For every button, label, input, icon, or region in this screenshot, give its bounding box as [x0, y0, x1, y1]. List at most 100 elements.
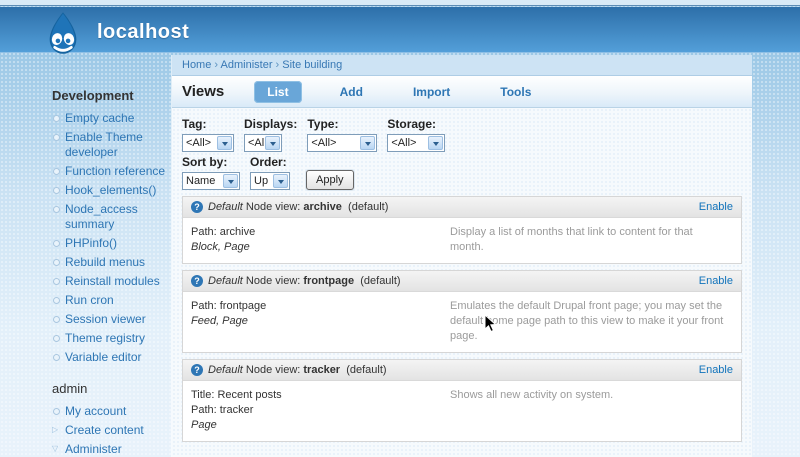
- view-row-header: ? Default Node view: tracker (default) Ena…: [183, 360, 741, 381]
- breadcrumb-link-administer[interactable]: Administer: [221, 59, 273, 71]
- filter-label-storage: Storage:: [387, 117, 437, 131]
- filter-group-order: Order: Up: [250, 155, 290, 190]
- view-details: Title: Recent posts Path: tracker Page: [191, 388, 450, 433]
- sidebar-item-administer[interactable]: ▽ Administer: [52, 442, 172, 457]
- sidebar-link-function-reference[interactable]: Function reference: [65, 164, 165, 179]
- view-type-default: Default: [208, 275, 243, 287]
- sidebar-item-session-viewer[interactable]: Session viewer: [52, 312, 172, 327]
- chevron-down-icon[interactable]: [360, 136, 376, 150]
- filter-label-order: Order:: [250, 155, 287, 169]
- sidebar-section-admin: admin My account ▷ Create content ▽ Administe…: [52, 381, 172, 457]
- sidebar-link-rebuild-menus[interactable]: Rebuild menus: [65, 255, 145, 270]
- tab-bar: Views List Add Import Tools: [172, 76, 752, 108]
- view-details: Path: frontpage Feed, Page: [191, 299, 450, 344]
- sidebar-item-function-reference[interactable]: Function reference: [52, 164, 172, 179]
- chevron-down-icon[interactable]: [217, 136, 232, 150]
- views-list: ? Default Node view: archive (default) Ena…: [182, 196, 742, 442]
- view-default-marker: (default): [340, 364, 387, 376]
- filter-select-order[interactable]: Up: [250, 172, 290, 190]
- filter-select-storage[interactable]: <All>: [387, 134, 446, 152]
- tab-tools[interactable]: Tools: [488, 82, 543, 102]
- view-row-tracker: ? Default Node view: tracker (default) Ena…: [182, 359, 742, 442]
- breadcrumb-link-site-building[interactable]: Site building: [282, 59, 342, 71]
- chevron-down-icon[interactable]: [265, 136, 280, 150]
- sidebar-link-variable-editor[interactable]: Variable editor: [65, 350, 142, 365]
- view-detail-line: Path: frontpage: [191, 300, 267, 312]
- filter-group-displays: Displays: <All>: [244, 117, 297, 152]
- apply-button[interactable]: Apply: [306, 170, 354, 190]
- sidebar-link-phpinfo[interactable]: PHPinfo(): [65, 236, 117, 251]
- sidebar-item-hook-elements[interactable]: Hook_elements(): [52, 183, 172, 198]
- sidebar-item-rebuild-menus[interactable]: Rebuild menus: [52, 255, 172, 270]
- tabs-container: List Add Import Tools: [254, 80, 569, 103]
- view-type-label: Node view:: [242, 275, 304, 287]
- chevron-down-icon[interactable]: [273, 174, 288, 188]
- tab-add[interactable]: Add: [328, 82, 375, 102]
- filter-select-type[interactable]: <All>: [307, 134, 378, 152]
- view-displays: Block, Page: [191, 241, 250, 253]
- view-row-header: ? Default Node view: frontpage (default) E…: [183, 271, 741, 292]
- expanded-bullet-icon: ▽: [52, 444, 59, 453]
- sidebar-item-reinstall-modules[interactable]: Reinstall modules: [52, 274, 172, 289]
- help-icon[interactable]: ?: [191, 275, 203, 287]
- breadcrumb-separator: ›: [211, 59, 221, 71]
- enable-link[interactable]: Enable: [699, 275, 733, 287]
- filter-group-storage: Storage: <All>: [387, 117, 446, 152]
- chevron-down-icon[interactable]: [223, 174, 238, 188]
- selected-value: Up: [254, 175, 269, 187]
- view-name: frontpage: [303, 275, 355, 287]
- breadcrumb-separator: ›: [272, 59, 283, 71]
- view-detail-line: Title: Recent posts: [191, 389, 282, 401]
- view-type-default: Default: [208, 201, 243, 213]
- sidebar-section-development: Development Empty cache Enable Theme devel…: [52, 88, 172, 365]
- sidebar-link-run-cron[interactable]: Run cron: [65, 293, 114, 308]
- sidebar-item-variable-editor[interactable]: Variable editor: [52, 350, 172, 365]
- tab-list[interactable]: List: [254, 80, 302, 103]
- filter-select-tag[interactable]: <All>: [182, 134, 234, 152]
- sidebar-link-hook-elements[interactable]: Hook_elements(): [65, 183, 156, 198]
- enable-link[interactable]: Enable: [699, 364, 733, 376]
- filter-label-sort-by: Sort by:: [182, 155, 228, 169]
- filter-group-type: Type: <All>: [307, 117, 378, 152]
- sidebar-link-reinstall-modules[interactable]: Reinstall modules: [65, 274, 160, 289]
- sidebar-item-create-content[interactable]: ▷ Create content: [52, 423, 172, 438]
- chevron-down-icon[interactable]: [428, 136, 444, 150]
- view-default-marker: (default): [354, 275, 401, 287]
- tab-import[interactable]: Import: [401, 82, 462, 102]
- view-name: tracker: [303, 364, 341, 376]
- filter-select-sort-by[interactable]: Name: [182, 172, 240, 190]
- sidebar-link-my-account[interactable]: My account: [65, 404, 126, 419]
- sidebar-item-node-access-summary[interactable]: Node_access summary: [52, 202, 172, 232]
- enable-link[interactable]: Enable: [699, 201, 733, 213]
- filter-row-1: Tag: <All> Displays: <All> Type: <All> Storage…: [182, 117, 742, 152]
- browser-top-strip: [0, 0, 800, 6]
- sidebar-heading-admin: admin: [52, 381, 88, 396]
- sidebar-item-theme-registry[interactable]: Theme registry: [52, 331, 172, 346]
- view-row-frontpage: ? Default Node view: frontpage (default) E…: [182, 270, 742, 353]
- filter-select-displays[interactable]: <All>: [244, 134, 282, 152]
- sidebar: Development Empty cache Enable Theme devel…: [0, 62, 172, 457]
- help-icon[interactable]: ?: [191, 201, 203, 213]
- sidebar-item-empty-cache[interactable]: Empty cache: [52, 111, 172, 126]
- view-displays: Page: [191, 419, 217, 431]
- breadcrumb: Home › Administer › Site building: [172, 55, 752, 76]
- view-row-header: ? Default Node view: archive (default) Ena…: [183, 197, 741, 218]
- view-displays: Feed, Page: [191, 315, 248, 327]
- sidebar-item-my-account[interactable]: My account: [52, 404, 172, 419]
- sidebar-link-empty-cache[interactable]: Empty cache: [65, 111, 134, 126]
- sidebar-link-administer[interactable]: Administer: [65, 442, 122, 457]
- sidebar-link-enable-theme-developer[interactable]: Enable Theme developer: [65, 130, 172, 160]
- breadcrumb-link-home[interactable]: Home: [182, 59, 211, 71]
- view-row-archive: ? Default Node view: archive (default) Ena…: [182, 196, 742, 264]
- sidebar-item-run-cron[interactable]: Run cron: [52, 293, 172, 308]
- sidebar-link-create-content[interactable]: Create content: [65, 423, 144, 438]
- view-description: Display a list of months that link to co…: [450, 226, 693, 253]
- sidebar-item-enable-theme-developer[interactable]: Enable Theme developer: [52, 130, 172, 160]
- sidebar-item-phpinfo[interactable]: PHPinfo(): [52, 236, 172, 251]
- site-name[interactable]: localhost: [97, 21, 189, 44]
- sidebar-link-theme-registry[interactable]: Theme registry: [65, 331, 145, 346]
- sidebar-link-session-viewer[interactable]: Session viewer: [65, 312, 146, 327]
- help-icon[interactable]: ?: [191, 364, 203, 376]
- view-row-body: Path: frontpage Feed, Page Emulates the de…: [183, 292, 741, 352]
- sidebar-link-node-access-summary[interactable]: Node_access summary: [65, 202, 172, 232]
